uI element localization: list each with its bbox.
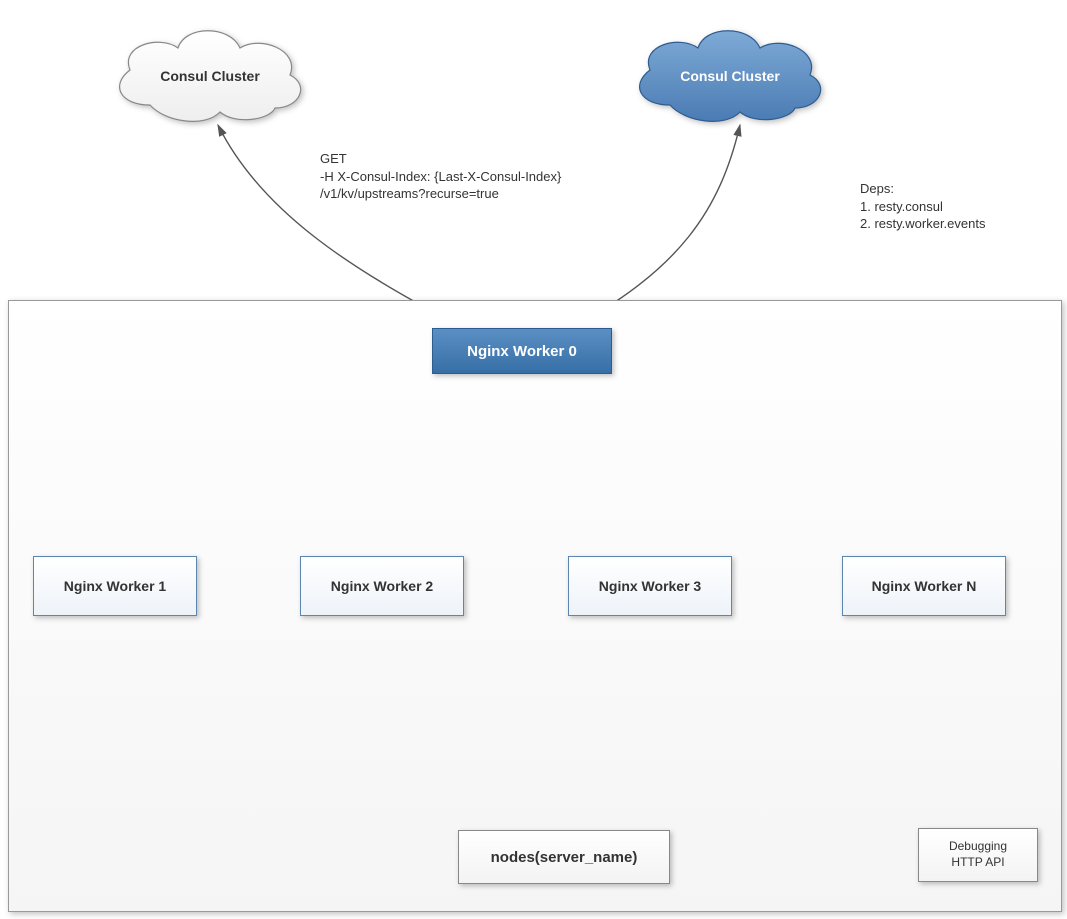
deps-text: Deps: 1. resty.consul 2. resty.worker.ev…	[860, 180, 985, 233]
http-request-text: GET -H X-Consul-Index: {Last-X-Consul-In…	[320, 150, 561, 203]
nodes-box: nodes(server_name)	[458, 830, 670, 884]
worker-1: Nginx Worker 1	[33, 556, 197, 616]
worker-0: Nginx Worker 0	[432, 328, 612, 374]
worker-n: Nginx Worker N	[842, 556, 1006, 616]
cloud-left-label: Consul Cluster	[110, 68, 310, 84]
debugging-box: Debugging HTTP API	[918, 828, 1038, 882]
worker-2: Nginx Worker 2	[300, 556, 464, 616]
cloud-right-label: Consul Cluster	[630, 68, 830, 84]
worker-3: Nginx Worker 3	[568, 556, 732, 616]
